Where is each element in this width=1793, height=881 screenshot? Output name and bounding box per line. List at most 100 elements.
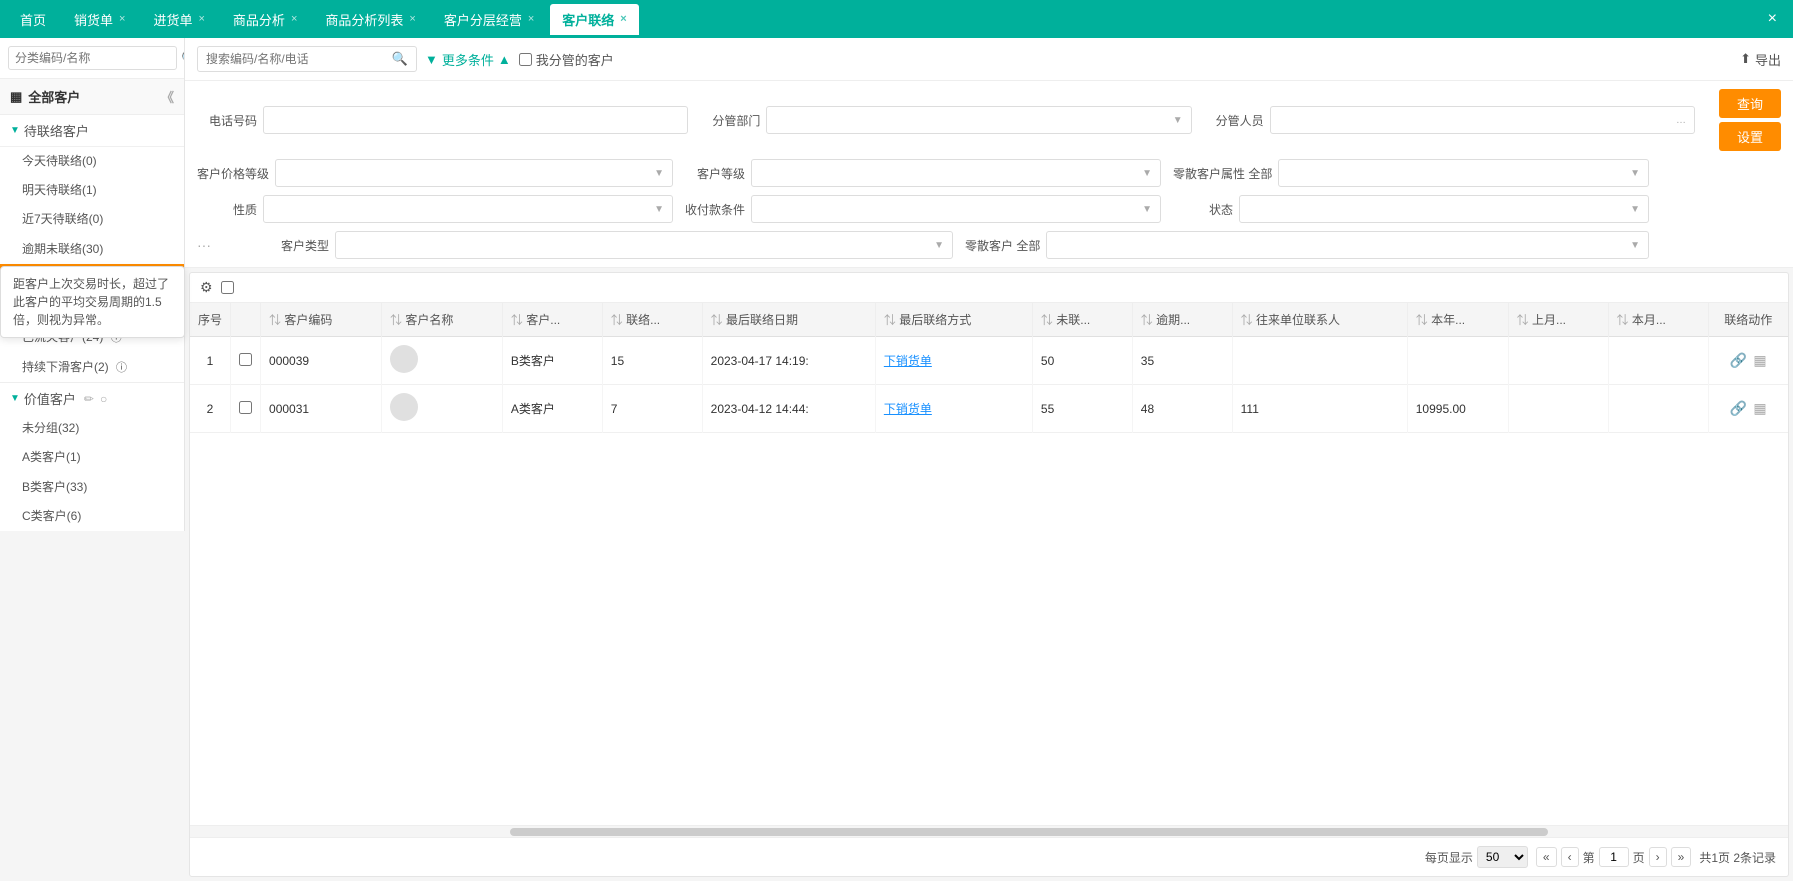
row2-method-val[interactable]: 下销货单	[884, 402, 932, 416]
tab-customer-contact[interactable]: 客户联络 ×	[550, 4, 638, 35]
first-page-button[interactable]: «	[1536, 847, 1557, 867]
export-icon: ⬆	[1740, 51, 1751, 67]
col-header-last-month[interactable]: ⇅ 上月...	[1508, 303, 1608, 337]
tab-customer-stratify[interactable]: 客户分层经营 ×	[432, 4, 546, 35]
filter-customer-level-select[interactable]: ▼	[751, 159, 1161, 187]
filter-search-box: 🔍	[197, 46, 417, 72]
sort-icon-tm: ⇅	[1617, 313, 1629, 327]
row1-this-year	[1407, 337, 1508, 385]
horizontal-scrollbar[interactable]	[190, 825, 1788, 837]
row1-grid-icon[interactable]: ▦	[1753, 352, 1766, 369]
col-header-last-method[interactable]: ⇅ 最后联络方式	[875, 303, 1032, 337]
sort-icon-unc: ⇅	[1041, 313, 1053, 327]
row1-num-val: 1	[207, 354, 214, 368]
sidebar-item-overdue-pending[interactable]: 逾期未联络(30)	[0, 235, 184, 264]
expand-more-icon[interactable]: ···	[197, 237, 211, 253]
tab-purchase[interactable]: 进货单 ×	[141, 4, 216, 35]
col-header-name[interactable]: ⇅ 客户名称	[381, 303, 502, 337]
filter-retail-customer-select[interactable]: ▼	[1046, 231, 1649, 259]
overdue-pending-label: 逾期未联络(30)	[22, 242, 103, 256]
gear-icon[interactable]: ⚙	[200, 279, 213, 296]
circle-icon[interactable]: ○	[100, 392, 107, 406]
tab-customer-contact-close[interactable]: ×	[620, 13, 626, 25]
settings-button[interactable]: 设置	[1719, 122, 1781, 151]
table-container: ⚙ 序号 ⇅ 客户编码 ⇅	[189, 272, 1789, 877]
sidebar-collapse-btn[interactable]: 《	[161, 87, 174, 106]
scrollbar-thumb[interactable]	[510, 828, 1549, 836]
sidebar-item-unclassified[interactable]: 未分组(32)	[0, 414, 184, 443]
last-page-button[interactable]: »	[1671, 847, 1692, 867]
more-conditions-btn[interactable]: ▼ 更多条件 ▲	[425, 50, 511, 69]
sort-icon-cp: ⇅	[1241, 313, 1253, 327]
row2-link-icon[interactable]: 🔗	[1730, 400, 1747, 417]
filter-price-level-select[interactable]: ▼	[275, 159, 673, 187]
tab-product-analysis[interactable]: 商品分析 ×	[221, 4, 309, 35]
filter-row-4: ··· 客户类型 ▼ 零散客户 全部 ▼	[197, 231, 1781, 259]
sidebar-item-today-pending[interactable]: 今天待联络(0)	[0, 147, 184, 176]
select-all-checkbox[interactable]	[221, 281, 234, 294]
row1-checkbox[interactable]	[239, 353, 252, 366]
sidebar-item-b-class[interactable]: B类客户(33)	[0, 473, 184, 502]
tab-customer-stratify-close[interactable]: ×	[528, 13, 534, 25]
col-header-this-year[interactable]: ⇅ 本年...	[1407, 303, 1508, 337]
page-number-input[interactable]	[1599, 847, 1629, 867]
row1-contact-val: 15	[611, 354, 624, 368]
row1-actions: 🔗 ▦	[1708, 337, 1788, 385]
my-customers-checkbox[interactable]	[519, 53, 532, 66]
tab-sales-close[interactable]: ×	[119, 13, 125, 25]
filter-row-3: 性质 ▼ 收付款条件 ▼ 状态	[197, 195, 1781, 223]
export-button[interactable]: ⬆ 导出	[1740, 50, 1781, 69]
col-header-this-month[interactable]: ⇅ 本月...	[1608, 303, 1708, 337]
col-header-code[interactable]: ⇅ 客户编码	[261, 303, 382, 337]
sidebar-search-input[interactable]	[8, 46, 177, 70]
col-header-contact-person[interactable]: ⇅ 往来单位联系人	[1232, 303, 1407, 337]
tab-product-analysis-list-close[interactable]: ×	[409, 13, 415, 25]
edit-icon[interactable]: ✏	[84, 392, 94, 406]
sidebar-item-tomorrow-pending[interactable]: 明天待联络(1)	[0, 176, 184, 205]
row2-contact-val: 7	[611, 402, 618, 416]
my-customers-checkbox-area: 我分管的客户	[519, 50, 614, 69]
tab-purchase-close[interactable]: ×	[198, 13, 204, 25]
tab-product-analysis-list[interactable]: 商品分析列表 ×	[313, 4, 427, 35]
row1-method-val[interactable]: 下销货单	[884, 354, 932, 368]
sidebar-item-declining[interactable]: 持续下滑客户(2) ⓘ	[0, 353, 184, 383]
col-header-uncontacted[interactable]: ⇅ 未联...	[1032, 303, 1132, 337]
value-group-label: 价值客户	[24, 389, 76, 408]
filter-retail-attr-select[interactable]: ▼	[1278, 159, 1649, 187]
row2-checkbox[interactable]	[239, 401, 252, 414]
pending-group-label: 待联络客户	[24, 121, 89, 140]
col-header-category[interactable]: ⇅ 客户...	[502, 303, 602, 337]
filter-search-icon[interactable]: 🔍	[392, 51, 408, 67]
row2-grid-icon[interactable]: ▦	[1753, 400, 1766, 417]
col-header-overdue[interactable]: ⇅ 逾期...	[1132, 303, 1232, 337]
sidebar-item-7day-pending[interactable]: 近7天待联络(0)	[0, 205, 184, 234]
filter-customer-type-select[interactable]: ▼	[335, 231, 953, 259]
sidebar-search-icon[interactable]: 🔍	[181, 50, 185, 67]
sidebar-item-a-class[interactable]: A类客户(1)	[0, 443, 184, 472]
tab-product-analysis-close[interactable]: ×	[291, 13, 297, 25]
tab-home[interactable]: 首页	[8, 4, 58, 35]
filter-status-select[interactable]: ▼	[1239, 195, 1649, 223]
col-header-last-date[interactable]: ⇅ 最后联络日期	[702, 303, 875, 337]
filter-nature-select[interactable]: ▼	[263, 195, 673, 223]
row1-link-icon[interactable]: 🔗	[1730, 352, 1747, 369]
filter-dept-select[interactable]: ▼	[766, 106, 1191, 134]
sidebar-item-c-class[interactable]: C类客户(6)	[0, 502, 184, 531]
per-page-select[interactable]: 50 100 200	[1477, 846, 1528, 868]
tab-sales[interactable]: 销货单 ×	[62, 4, 137, 35]
table-scroll[interactable]: 序号 ⇅ 客户编码 ⇅ 客户名称 ⇅	[190, 303, 1788, 825]
col-header-contact[interactable]: ⇅ 联络...	[602, 303, 702, 337]
filter-manager-select[interactable]: …	[1270, 106, 1695, 134]
info-icon-decline: ⓘ	[116, 362, 127, 374]
sidebar-pending-group[interactable]: ▼ 待联络客户	[0, 115, 184, 147]
sidebar-value-group[interactable]: ▼ 价值客户 ✏ ○	[0, 382, 184, 414]
query-button[interactable]: 查询	[1719, 89, 1781, 118]
filter-payment-select[interactable]: ▼	[751, 195, 1161, 223]
close-all-tabs[interactable]: ×	[1760, 6, 1785, 32]
filter-search-input[interactable]	[206, 52, 388, 66]
sidebar-all-customers[interactable]: ▦ 全部客户 《	[0, 79, 184, 115]
sort-icon: ⇅	[269, 313, 281, 327]
filter-phone-input[interactable]	[263, 106, 688, 134]
next-page-button[interactable]: ›	[1649, 847, 1667, 867]
prev-page-button[interactable]: ‹	[1561, 847, 1579, 867]
